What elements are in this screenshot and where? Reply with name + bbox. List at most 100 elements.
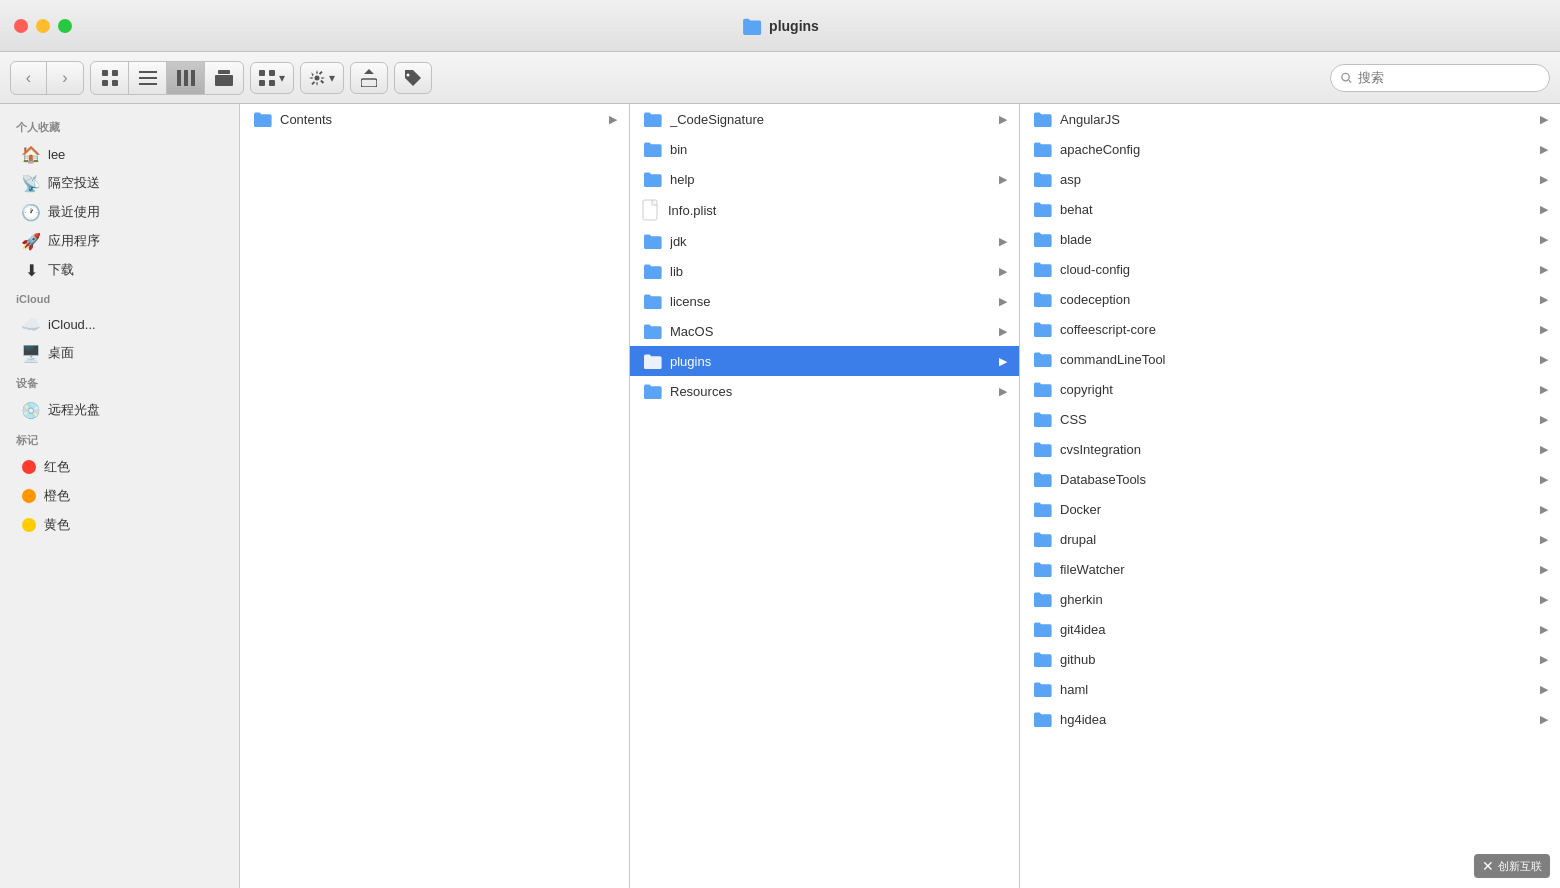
file-name: Resources: [670, 384, 991, 399]
sidebar-item-tag-orange[interactable]: 橙色: [6, 482, 233, 510]
icon-view-button[interactable]: [91, 62, 129, 94]
list-item[interactable]: git4idea▶: [1020, 614, 1560, 644]
search-input[interactable]: [1358, 70, 1539, 85]
list-item[interactable]: coffeescript-core▶: [1020, 314, 1560, 344]
sidebar-label-lee: lee: [48, 147, 65, 162]
tag-button[interactable]: [394, 62, 432, 94]
folder-icon: [642, 353, 662, 369]
sidebar-item-airdrop[interactable]: 📡 隔空投送: [6, 169, 233, 197]
forward-button[interactable]: ›: [47, 62, 83, 94]
gallery-view-button[interactable]: [205, 62, 243, 94]
file-name: behat: [1060, 202, 1532, 217]
minimize-button[interactable]: [36, 19, 50, 33]
sidebar-label-red: 红色: [44, 458, 70, 476]
close-button[interactable]: [14, 19, 28, 33]
back-button[interactable]: ‹: [11, 62, 47, 94]
list-item[interactable]: cloud-config▶: [1020, 254, 1560, 284]
list-item[interactable]: behat▶: [1020, 194, 1560, 224]
list-item[interactable]: drupal▶: [1020, 524, 1560, 554]
search-box[interactable]: [1330, 64, 1550, 92]
list-item[interactable]: copyright▶: [1020, 374, 1560, 404]
folder-icon: [642, 233, 662, 249]
list-item[interactable]: Info.plist: [630, 194, 1019, 226]
list-item[interactable]: DatabaseTools▶: [1020, 464, 1560, 494]
folder-icon: [1032, 351, 1052, 367]
svg-rect-2: [102, 80, 108, 86]
sidebar-item-applications[interactable]: 🚀 应用程序: [6, 227, 233, 255]
group-dropdown[interactable]: ▾: [250, 62, 294, 94]
sidebar: 个人收藏 🏠 lee 📡 隔空投送 🕐 最近使用 🚀 应用程序 ⬇ 下载 iCl…: [0, 104, 240, 888]
list-item[interactable]: codeception▶: [1020, 284, 1560, 314]
chevron-right-icon: ▶: [1540, 413, 1548, 426]
folder-icon: [1032, 381, 1052, 397]
applications-icon: 🚀: [22, 232, 40, 250]
list-view-button[interactable]: [129, 62, 167, 94]
file-name: apacheConfig: [1060, 142, 1532, 157]
folder-icon: [1032, 231, 1052, 247]
list-item[interactable]: plugins ▶: [630, 346, 1019, 376]
sidebar-item-lee[interactable]: 🏠 lee: [6, 140, 233, 168]
chevron-right-icon: ▶: [1540, 323, 1548, 336]
svg-point-16: [315, 75, 320, 80]
recent-icon: 🕐: [22, 203, 40, 221]
list-item[interactable]: license ▶: [630, 286, 1019, 316]
sidebar-item-icloud[interactable]: ☁️ iCloud...: [6, 310, 233, 338]
list-item[interactable]: asp▶: [1020, 164, 1560, 194]
sidebar-section-tags: 标记: [0, 425, 239, 452]
list-item[interactable]: hg4idea▶: [1020, 704, 1560, 734]
list-item[interactable]: gherkin▶: [1020, 584, 1560, 614]
folder-icon: [1032, 561, 1052, 577]
sidebar-item-tag-yellow[interactable]: 黄色: [6, 511, 233, 539]
list-item[interactable]: fileWatcher▶: [1020, 554, 1560, 584]
chevron-right-icon: ▶: [1540, 173, 1548, 186]
folder-icon: [1032, 651, 1052, 667]
chevron-right-icon: ▶: [999, 355, 1007, 368]
chevron-right-icon: ▶: [1540, 653, 1548, 666]
file-name: Info.plist: [668, 203, 1007, 218]
svg-rect-0: [102, 70, 108, 76]
tag-orange-dot: [22, 489, 36, 503]
list-item[interactable]: Docker▶: [1020, 494, 1560, 524]
sidebar-label-airdrop: 隔空投送: [48, 174, 100, 192]
airdrop-icon: 📡: [22, 174, 40, 192]
chevron-right-icon: ▶: [1540, 113, 1548, 126]
column-view-button[interactable]: [167, 62, 205, 94]
list-item[interactable]: Resources ▶: [630, 376, 1019, 406]
main-content: 个人收藏 🏠 lee 📡 隔空投送 🕐 最近使用 🚀 应用程序 ⬇ 下载 iCl…: [0, 104, 1560, 888]
list-item[interactable]: _CodeSignature ▶: [630, 104, 1019, 134]
icloud-icon: ☁️: [22, 315, 40, 333]
file-name: AngularJS: [1060, 112, 1532, 127]
list-item[interactable]: bin: [630, 134, 1019, 164]
list-item[interactable]: jdk ▶: [630, 226, 1019, 256]
sidebar-item-downloads[interactable]: ⬇ 下载: [6, 256, 233, 284]
list-item[interactable]: lib ▶: [630, 256, 1019, 286]
file-name: license: [670, 294, 991, 309]
tag-yellow-dot: [22, 518, 36, 532]
list-item[interactable]: Contents ▶: [240, 104, 629, 134]
list-item[interactable]: cvsIntegration▶: [1020, 434, 1560, 464]
list-item[interactable]: help ▶: [630, 164, 1019, 194]
list-item[interactable]: github▶: [1020, 644, 1560, 674]
folder-icon: [1032, 171, 1052, 187]
settings-dropdown[interactable]: ▾: [300, 62, 344, 94]
sidebar-item-recent[interactable]: 🕐 最近使用: [6, 198, 233, 226]
list-item[interactable]: commandLineTool▶: [1020, 344, 1560, 374]
folder-icon: [642, 383, 662, 399]
list-item[interactable]: haml▶: [1020, 674, 1560, 704]
list-item[interactable]: blade▶: [1020, 224, 1560, 254]
svg-point-19: [1342, 73, 1349, 80]
list-item[interactable]: AngularJS ▶: [1020, 104, 1560, 134]
maximize-button[interactable]: [58, 19, 72, 33]
file-name: gherkin: [1060, 592, 1532, 607]
chevron-right-icon: ▶: [999, 235, 1007, 248]
sidebar-item-desktop[interactable]: 🖥️ 桌面: [6, 339, 233, 367]
folder-icon: [1032, 531, 1052, 547]
list-item[interactable]: CSS▶: [1020, 404, 1560, 434]
sidebar-item-tag-red[interactable]: 红色: [6, 453, 233, 481]
share-button[interactable]: [350, 62, 388, 94]
file-name: drupal: [1060, 532, 1532, 547]
list-item[interactable]: MacOS ▶: [630, 316, 1019, 346]
file-name: help: [670, 172, 991, 187]
sidebar-item-remotedisc[interactable]: 💿 远程光盘: [6, 396, 233, 424]
list-item[interactable]: apacheConfig▶: [1020, 134, 1560, 164]
